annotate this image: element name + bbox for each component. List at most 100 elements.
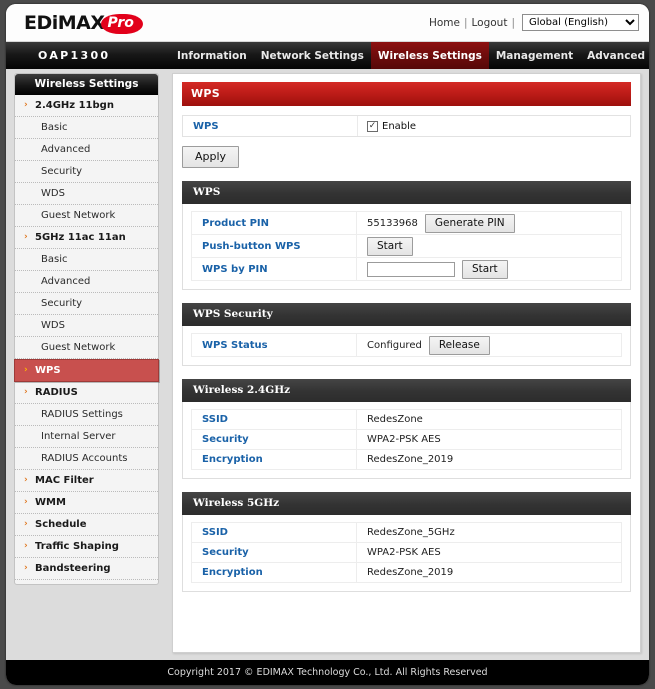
sidebar-item-guest-network[interactable]: Guest Network xyxy=(15,205,158,227)
sidebar-item-label: WDS xyxy=(41,320,65,331)
wps-enable-checkbox[interactable]: ✓ xyxy=(367,120,378,132)
row-key: Security xyxy=(191,429,357,450)
nav-item-wireless-settings[interactable]: Wireless Settings xyxy=(370,42,489,69)
chevron-right-icon: › xyxy=(24,365,28,375)
sidebar-item-label: 5GHz 11ac 11an xyxy=(35,232,126,243)
content-panel: WPS WPS ✓ Enable Apply WPS Product PIN 55… xyxy=(172,73,641,653)
sidebar-item-mac-filter[interactable]: › MAC Filter xyxy=(15,470,158,492)
brand-name: EDiMAX xyxy=(24,11,105,34)
sidebar-item-security[interactable]: Security xyxy=(15,293,158,315)
sidebar-item-label: 2.4GHz 11bgn xyxy=(35,100,114,111)
sidebar-item-label: Advanced xyxy=(41,276,91,287)
content-column: WPS WPS ✓ Enable Apply WPS Product PIN 55… xyxy=(166,69,649,664)
row-value: WPA2-PSK AES xyxy=(356,542,622,563)
row-value: Start xyxy=(356,257,622,281)
sidebar-item-basic[interactable]: Basic xyxy=(15,249,158,271)
start-button[interactable]: Start xyxy=(462,259,508,279)
row-value-text: RedesZone_5GHz xyxy=(367,527,455,538)
chevron-right-icon: › xyxy=(24,541,28,551)
wps-security-table: WPS Status Configured Release xyxy=(191,333,622,357)
sidebar-item-advanced[interactable]: Advanced xyxy=(15,139,158,161)
table-row: Encryption RedesZone_2019 xyxy=(191,449,622,470)
wireless-24-section-body: SSID RedesZone Security WPA2-PSK AES Encrypt… xyxy=(182,402,631,479)
sidebar-item-bandsteering[interactable]: › Bandsteering xyxy=(15,558,158,580)
left-column: Wireless Settings › 2.4GHz 11bgn Basic Adva… xyxy=(6,69,166,664)
sidebar-title: Wireless Settings xyxy=(15,74,158,95)
row-value-inline: Start xyxy=(367,236,621,256)
generate-pin-button[interactable]: Generate PIN xyxy=(424,213,515,233)
row-value-inline: 55133968 Generate PIN xyxy=(367,213,621,233)
row-value-inline: RedesZone_2019 xyxy=(367,563,621,582)
page-title: WPS xyxy=(182,82,631,106)
sidebar-item-label: WMM xyxy=(35,497,66,508)
brand-pro-badge: Pro xyxy=(100,14,143,34)
sidebar-item-advanced[interactable]: Advanced xyxy=(15,271,158,293)
top-bar: EDiMAX Pro Home | Logout | Global (Engli… xyxy=(6,4,649,42)
sidebar-item-label: WDS xyxy=(41,188,65,199)
sidebar-item-schedule[interactable]: › Schedule xyxy=(15,514,158,536)
sidebar-item-wds[interactable]: WDS xyxy=(15,183,158,205)
sidebar-item-traffic-shaping[interactable]: › Traffic Shaping xyxy=(15,536,158,558)
wps-section: WPS Product PIN 55133968 Generate PIN Push-… xyxy=(182,181,631,290)
sidebar-item-2-4ghz-11bgn[interactable]: › 2.4GHz 11bgn xyxy=(15,95,158,117)
wps-security-section-body: WPS Status Configured Release xyxy=(182,326,631,366)
logout-link[interactable]: Logout xyxy=(472,17,508,29)
sidebar-item-internal-server[interactable]: Internal Server xyxy=(15,426,158,448)
row-value-inline: Configured Release xyxy=(367,335,621,355)
row-value-text: Configured xyxy=(367,339,422,351)
sidebar-item-wps[interactable]: › WPS xyxy=(14,359,159,382)
top-links: Home | Logout | Global (English) xyxy=(429,14,639,31)
sidebar-item-guest-network[interactable]: Guest Network xyxy=(15,337,158,359)
release-button[interactable]: Release xyxy=(428,335,490,355)
apply-button[interactable]: Apply xyxy=(182,146,240,168)
sidebar-item-label: Guest Network xyxy=(41,342,116,353)
sidebar-item-wmm[interactable]: › WMM xyxy=(15,492,158,514)
sidebar-item-basic[interactable]: Basic xyxy=(15,117,158,139)
sidebar: Wireless Settings › 2.4GHz 11bgn Basic Adva… xyxy=(14,73,159,585)
row-key: SSID xyxy=(191,409,357,430)
sidebar-item-label: Internal Server xyxy=(41,431,116,442)
row-key: SSID xyxy=(191,522,357,543)
sidebar-item-radius-settings[interactable]: RADIUS Settings xyxy=(15,404,158,426)
sidebar-item-security[interactable]: Security xyxy=(15,161,158,183)
sidebar-item-label: MAC Filter xyxy=(35,475,94,486)
sidebar-item-radius-accounts[interactable]: RADIUS Accounts xyxy=(15,448,158,470)
row-value-text: WPA2-PSK AES xyxy=(367,434,441,445)
footer: Copyright 2017 © EDIMAX Technology Co., … xyxy=(6,660,649,685)
nav-item-advanced[interactable]: Advanced xyxy=(580,42,649,69)
sidebar-item-label: Traffic Shaping xyxy=(35,541,119,552)
table-row: SSID RedesZone xyxy=(191,409,622,430)
sidebar-item-radius[interactable]: › RADIUS xyxy=(15,382,158,404)
row-value-text: RedesZone xyxy=(367,414,423,425)
app-window: EDiMAX Pro Home | Logout | Global (Engli… xyxy=(0,0,655,689)
wireless-5-section-title: Wireless 5GHz xyxy=(182,492,631,515)
chevron-right-icon: › xyxy=(24,497,28,507)
sidebar-item-label: Security xyxy=(41,298,83,309)
sidebar-item-label: Guest Network xyxy=(41,210,116,221)
sidebar-item-label: Advanced xyxy=(41,144,91,155)
main-navigation: OAP1300 Information Network Settings Wirel… xyxy=(6,42,649,69)
row-value-inline: RedesZone_2019 xyxy=(367,450,621,469)
sidebar-item-wds[interactable]: WDS xyxy=(15,315,158,337)
row-value-text: RedesZone_2019 xyxy=(367,567,454,578)
row-key: Product PIN xyxy=(191,211,357,235)
home-link[interactable]: Home xyxy=(429,17,460,29)
sidebar-item-label: Schedule xyxy=(35,519,87,530)
nav-item-information[interactable]: Information xyxy=(170,42,254,69)
start-button[interactable]: Start xyxy=(367,236,413,256)
row-value-text: 55133968 xyxy=(367,217,418,229)
nav-item-network-settings[interactable]: Network Settings xyxy=(254,42,371,69)
copyright-text: Copyright 2017 © EDIMAX Technology Co., … xyxy=(167,667,488,678)
sidebar-item-label: WPS xyxy=(35,365,61,376)
sidebar-item-5ghz-11ac-11an[interactable]: › 5GHz 11ac 11an xyxy=(15,227,158,249)
language-select[interactable]: Global (English) xyxy=(522,14,639,31)
sidebar-item-label: Bandsteering xyxy=(35,563,111,574)
nav-item-management[interactable]: Management xyxy=(489,42,580,69)
row-key: Security xyxy=(191,542,357,563)
row-value-text: RedesZone_2019 xyxy=(367,454,454,465)
row-value: 55133968 Generate PIN xyxy=(356,211,622,235)
row-value-inline: Start xyxy=(367,259,621,279)
wps-pin-input[interactable] xyxy=(367,261,455,277)
table-row: Security WPA2-PSK AES xyxy=(191,542,622,563)
row-key: Push-button WPS xyxy=(191,234,357,258)
